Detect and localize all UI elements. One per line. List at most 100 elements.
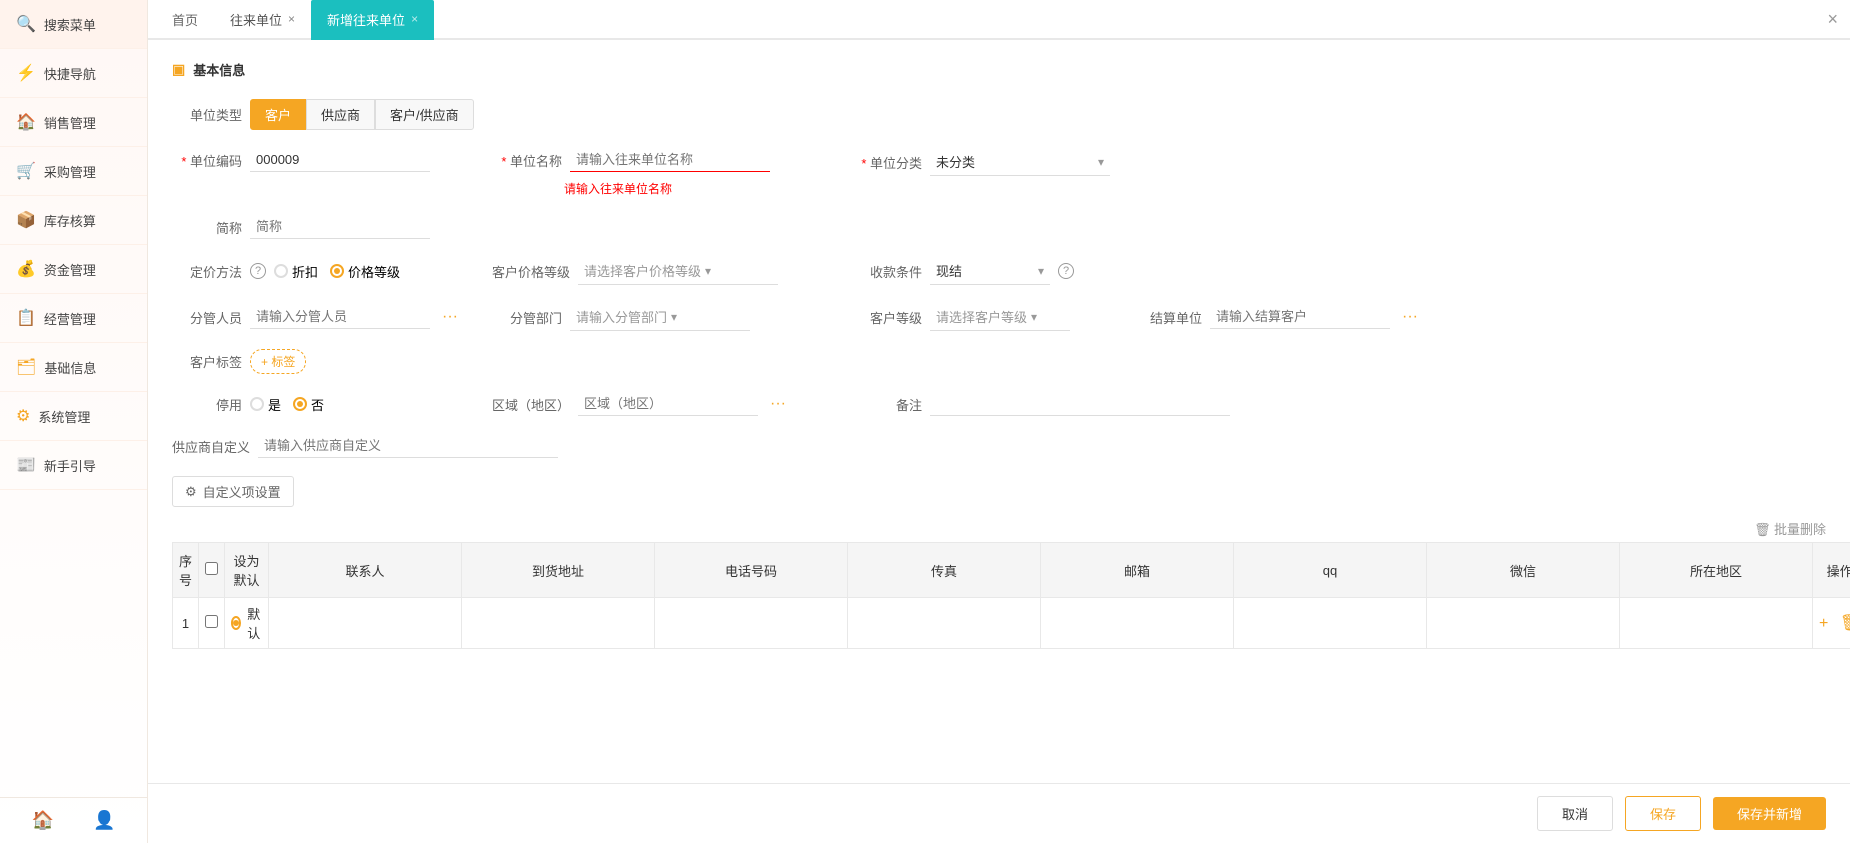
contact-input[interactable] bbox=[275, 612, 455, 635]
sidebar-item-inventory[interactable]: 📦 库存核算 bbox=[0, 196, 147, 245]
address-input[interactable] bbox=[468, 612, 648, 635]
abbr-row: 简称 bbox=[172, 215, 1826, 239]
qq-input[interactable] bbox=[1240, 612, 1420, 635]
row-fax[interactable] bbox=[848, 598, 1041, 649]
row-default-radio[interactable]: 默认 bbox=[231, 604, 262, 642]
th-email: 邮箱 bbox=[1041, 543, 1234, 598]
fax-input[interactable] bbox=[854, 612, 1034, 635]
category-select[interactable]: 未分类 ▾ bbox=[930, 148, 1110, 176]
row-default: 默认 bbox=[225, 598, 269, 649]
sidebar-item-purchase[interactable]: 🛒 采购管理 bbox=[0, 147, 147, 196]
tab-home[interactable]: 首页 bbox=[156, 0, 214, 40]
pricing-label: 定价方法 bbox=[172, 262, 242, 281]
user-bottom-icon[interactable]: 👤 bbox=[93, 810, 115, 831]
inventory-icon: 📦 bbox=[16, 210, 36, 230]
manager-input[interactable] bbox=[250, 305, 430, 329]
row-wechat[interactable] bbox=[1427, 598, 1620, 649]
radio-discount[interactable]: 折扣 bbox=[274, 262, 318, 281]
save-button[interactable]: 保存 bbox=[1625, 796, 1701, 831]
pricing-field: 定价方法 ? 折扣 价格等级 bbox=[172, 262, 492, 281]
sidebar-label-quicknav: 快捷导航 bbox=[44, 64, 96, 83]
custom-settings-button[interactable]: ⚙ 自定义项设置 bbox=[172, 476, 294, 507]
unit-type-btn-both[interactable]: 客户/供应商 bbox=[375, 99, 474, 130]
phone-input[interactable] bbox=[661, 612, 841, 635]
sidebar-item-search[interactable]: 🔍 搜索菜单 bbox=[0, 0, 147, 49]
payment-select[interactable]: 现结 ▾ bbox=[930, 257, 1050, 285]
sidebar-item-quicknav[interactable]: ⚡ 快捷导航 bbox=[0, 49, 147, 98]
radio-pricelevel-circle bbox=[330, 264, 344, 278]
email-input[interactable] bbox=[1047, 612, 1227, 635]
radio-disable-yes[interactable]: 是 bbox=[250, 395, 281, 414]
tag-field: 客户标签 + 标签 bbox=[172, 349, 1826, 374]
wechat-input[interactable] bbox=[1433, 612, 1613, 635]
settlement-input[interactable] bbox=[1210, 305, 1390, 329]
name-label: 单位名称 bbox=[492, 151, 562, 170]
radio-disable-yes-circle bbox=[250, 397, 264, 411]
sidebar-item-basic[interactable]: 🗂 基础信息 bbox=[0, 343, 147, 392]
row-delete-button[interactable]: 🗑 bbox=[1840, 615, 1850, 632]
remark-input[interactable] bbox=[930, 392, 1230, 416]
row-address[interactable] bbox=[462, 598, 655, 649]
radio-disable-no[interactable]: 否 bbox=[293, 395, 324, 414]
footer: 取消 保存 保存并新增 bbox=[148, 783, 1850, 843]
dept-select[interactable]: 请输入分管部门 ▾ bbox=[570, 303, 750, 331]
th-index: 序号 bbox=[173, 543, 199, 598]
abbr-input[interactable] bbox=[250, 215, 430, 239]
tab-counterpart-label: 往来单位 bbox=[230, 10, 282, 29]
main-area: 首页 往来单位 × 新增往来单位 × × ▣ 基本信息 单位类型 客户 供应商 … bbox=[148, 0, 1850, 843]
row-region[interactable] bbox=[1620, 598, 1813, 649]
th-contact: 联系人 bbox=[269, 543, 462, 598]
th-phone: 电话号码 bbox=[655, 543, 848, 598]
cancel-button[interactable]: 取消 bbox=[1537, 796, 1613, 831]
row-contact[interactable] bbox=[269, 598, 462, 649]
row-add-button[interactable]: + bbox=[1819, 615, 1828, 632]
purchase-icon: 🛒 bbox=[16, 161, 36, 181]
dept-field: 分管部门 请输入分管部门 ▾ bbox=[492, 303, 852, 331]
pricing-help-icon[interactable]: ? bbox=[250, 263, 266, 279]
batch-delete-button[interactable]: 🗑 批量删除 bbox=[172, 519, 1826, 538]
customer-level-select[interactable]: 请选择客户等级 ▾ bbox=[930, 303, 1070, 331]
sidebar-item-sales[interactable]: 🏠 销售管理 bbox=[0, 98, 147, 147]
settlement-field: 结算单位 ··· bbox=[1132, 305, 1826, 329]
code-field: 单位编码 bbox=[172, 148, 492, 172]
select-all-checkbox[interactable] bbox=[205, 562, 218, 575]
radio-pricelevel[interactable]: 价格等级 bbox=[330, 262, 400, 281]
settlement-more-dots[interactable]: ··· bbox=[1398, 308, 1422, 326]
row-qq[interactable] bbox=[1234, 598, 1427, 649]
manager-more-dots[interactable]: ··· bbox=[438, 308, 462, 326]
tab-counterpart-close[interactable]: × bbox=[288, 12, 295, 26]
customer-level-chevron: ▾ bbox=[1031, 310, 1037, 324]
row-select-checkbox[interactable] bbox=[205, 615, 218, 628]
customer-price-select[interactable]: 请选择客户价格等级 ▾ bbox=[578, 257, 778, 285]
radio-discount-circle bbox=[274, 264, 288, 278]
remark-field: 备注 bbox=[852, 392, 1826, 416]
unit-type-btn-supplier[interactable]: 供应商 bbox=[306, 99, 375, 130]
tab-new-counterpart[interactable]: 新增往来单位 × bbox=[311, 0, 434, 40]
sidebar-bottom: 🏠 👤 bbox=[0, 797, 147, 843]
sidebar-item-management[interactable]: 📋 经营管理 bbox=[0, 294, 147, 343]
supplier-custom-input[interactable] bbox=[258, 434, 558, 458]
row-email[interactable] bbox=[1041, 598, 1234, 649]
supplier-custom-field: 供应商自定义 bbox=[172, 434, 1826, 458]
tab-counterpart[interactable]: 往来单位 × bbox=[214, 0, 311, 40]
sidebar-item-system[interactable]: ⚙ 系统管理 bbox=[0, 392, 147, 441]
sales-icon: 🏠 bbox=[16, 112, 36, 132]
save-new-button[interactable]: 保存并新增 bbox=[1713, 797, 1826, 830]
region-more-dots[interactable]: ··· bbox=[766, 395, 790, 413]
payment-help-icon[interactable]: ? bbox=[1058, 263, 1074, 279]
add-tag-button[interactable]: + 标签 bbox=[250, 349, 306, 374]
name-input[interactable] bbox=[570, 148, 770, 172]
unit-type-field: 单位类型 客户 供应商 客户/供应商 bbox=[172, 99, 1826, 130]
tab-new-counterpart-close[interactable]: × bbox=[411, 12, 418, 26]
basic-icon: 🗂 bbox=[16, 357, 36, 377]
unit-type-btn-customer[interactable]: 客户 bbox=[250, 99, 306, 130]
table-region-input[interactable] bbox=[1626, 612, 1806, 635]
row-phone[interactable] bbox=[655, 598, 848, 649]
sidebar-item-guide[interactable]: 📰 新手引导 bbox=[0, 441, 147, 490]
tab-bar-close-button[interactable]: × bbox=[1827, 9, 1838, 30]
code-input[interactable] bbox=[250, 148, 430, 172]
region-input[interactable] bbox=[578, 392, 758, 416]
sidebar-item-finance[interactable]: 💰 资金管理 bbox=[0, 245, 147, 294]
tab-bar: 首页 往来单位 × 新增往来单位 × × bbox=[148, 0, 1850, 40]
home-bottom-icon[interactable]: 🏠 bbox=[32, 810, 54, 831]
